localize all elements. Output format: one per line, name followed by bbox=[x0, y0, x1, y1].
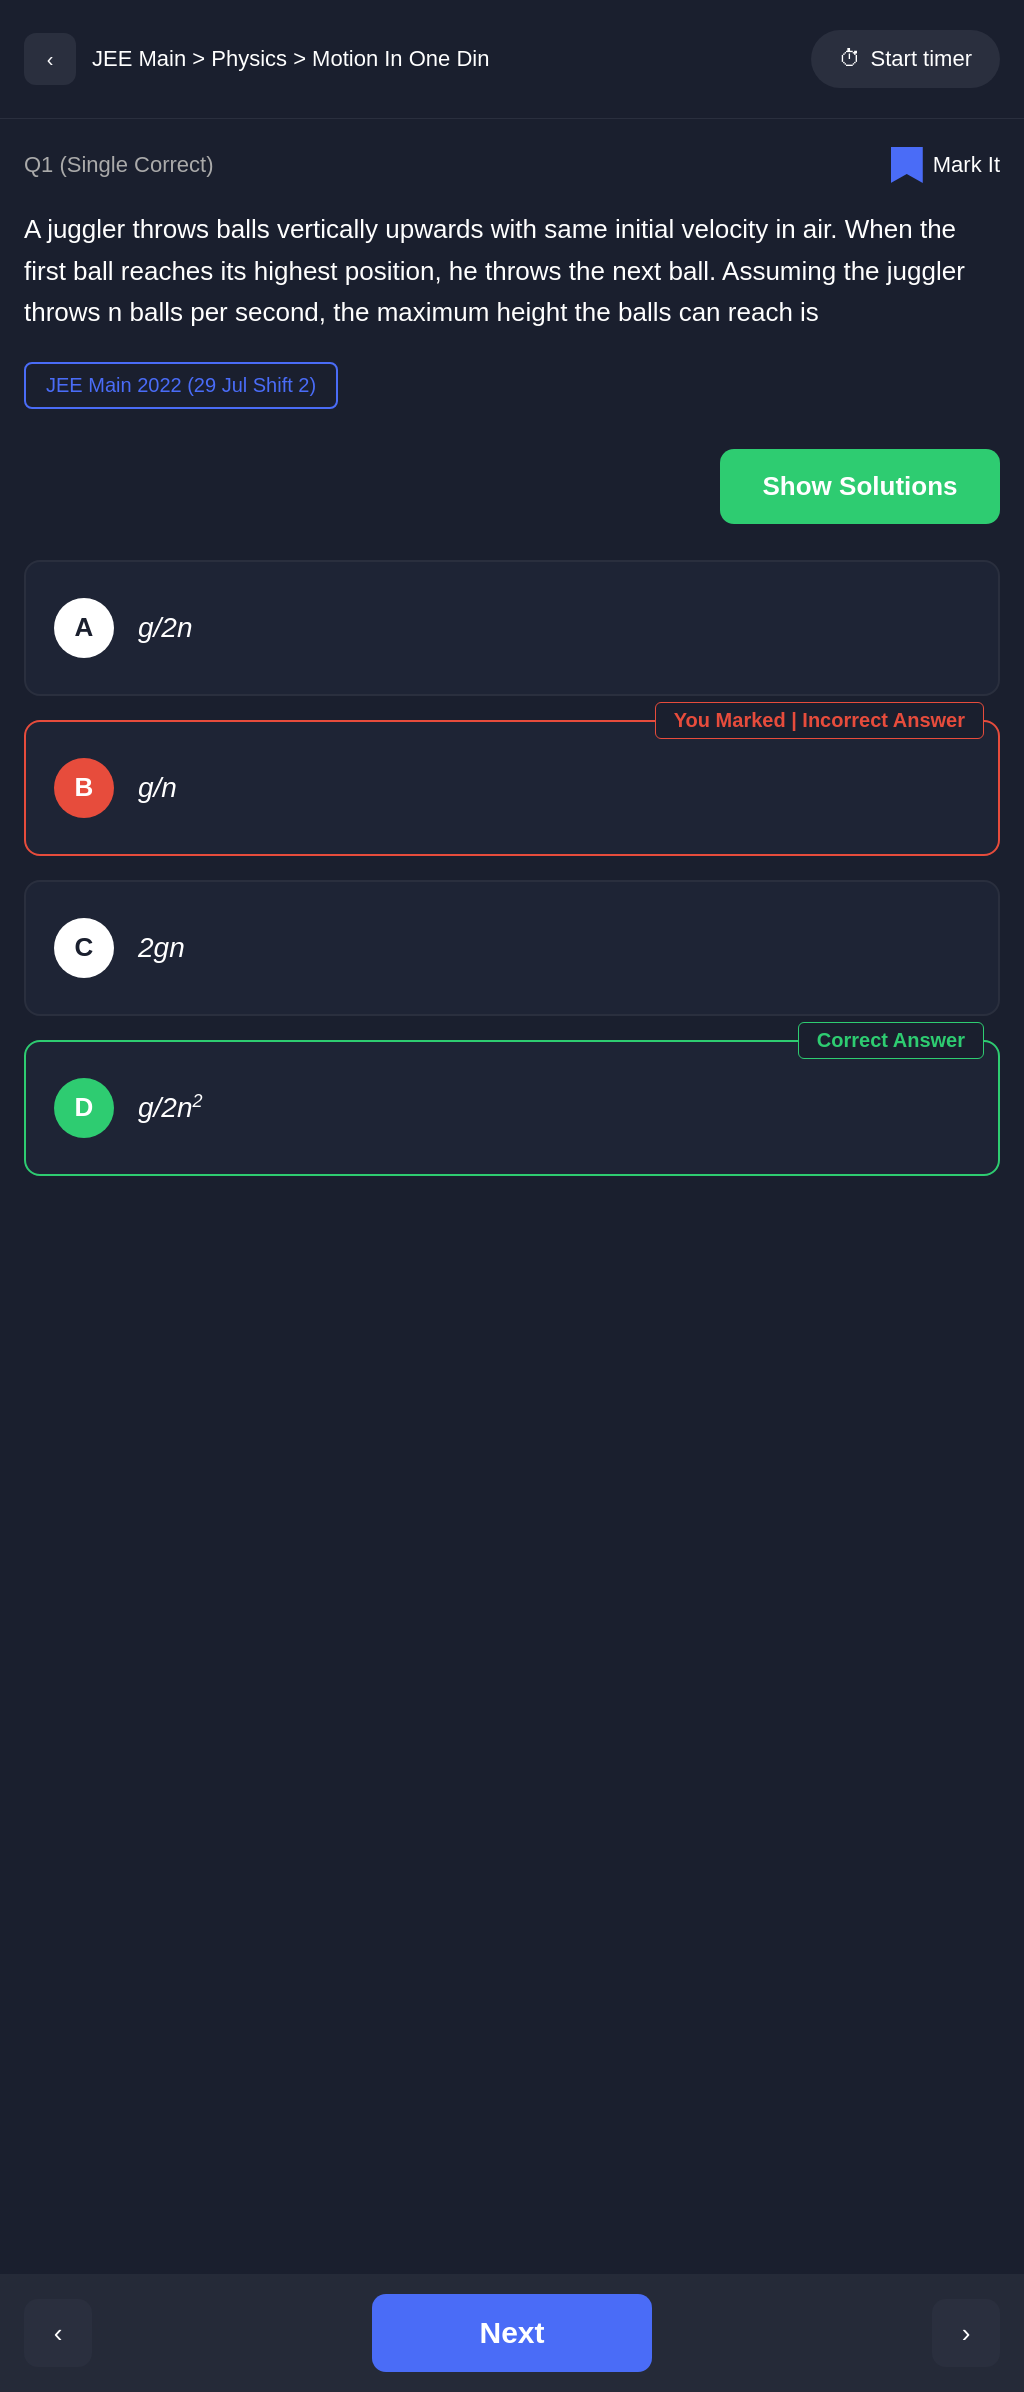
mark-it-button[interactable]: Mark It bbox=[891, 147, 1000, 183]
option-wrapper-d: Correct Answer D g/2n2 bbox=[24, 1040, 1000, 1176]
option-c[interactable]: C 2gn bbox=[24, 880, 1000, 1016]
option-b[interactable]: B g/n bbox=[24, 720, 1000, 856]
forward-button[interactable]: › bbox=[932, 2299, 1000, 2367]
option-c-circle: C bbox=[54, 918, 114, 978]
option-wrapper-a: A g/2n bbox=[24, 560, 1000, 696]
question-number: Q1 (Single Correct) bbox=[24, 152, 214, 178]
option-d-text: g/2n2 bbox=[138, 1091, 203, 1124]
option-wrapper-b: You Marked | Incorrect Answer B g/n bbox=[24, 720, 1000, 856]
next-button[interactable]: Next bbox=[372, 2294, 652, 2372]
header: ‹ JEE Main > Physics > Motion In One Din… bbox=[0, 0, 1024, 119]
option-b-circle: B bbox=[54, 758, 114, 818]
show-solutions-container: Show Solutions bbox=[0, 433, 1024, 560]
option-a-text: g/2n bbox=[138, 612, 193, 644]
option-c-text: 2gn bbox=[138, 932, 185, 964]
prev-button[interactable]: ‹ bbox=[24, 2299, 92, 2367]
bookmark-icon bbox=[891, 147, 923, 183]
mark-it-label: Mark It bbox=[933, 152, 1000, 178]
timer-label: Start timer bbox=[871, 46, 972, 72]
question-tag: JEE Main 2022 (29 Jul Shift 2) bbox=[24, 362, 338, 409]
option-b-text: g/n bbox=[138, 772, 177, 804]
option-d-badge: Correct Answer bbox=[798, 1022, 984, 1059]
option-d[interactable]: D g/2n2 bbox=[24, 1040, 1000, 1176]
bottom-nav: ‹ Next › bbox=[0, 2274, 1024, 2392]
option-a-circle: A bbox=[54, 598, 114, 658]
back-button[interactable]: ‹ bbox=[24, 33, 76, 85]
header-left: ‹ JEE Main > Physics > Motion In One Din bbox=[24, 33, 489, 85]
question-text: A juggler throws balls vertically upward… bbox=[0, 199, 1024, 362]
option-b-badge: You Marked | Incorrect Answer bbox=[655, 702, 984, 739]
option-d-circle: D bbox=[54, 1078, 114, 1138]
option-a[interactable]: A g/2n bbox=[24, 560, 1000, 696]
timer-icon: ⏱ bbox=[839, 46, 861, 72]
prev-icon: ‹ bbox=[54, 2318, 63, 2349]
option-wrapper-c: C 2gn bbox=[24, 880, 1000, 1016]
question-meta: Q1 (Single Correct) Mark It bbox=[0, 119, 1024, 199]
options-container: A g/2n You Marked | Incorrect Answer B g… bbox=[0, 560, 1024, 1200]
tag-container: JEE Main 2022 (29 Jul Shift 2) bbox=[0, 362, 1024, 433]
next-icon: › bbox=[962, 2318, 971, 2349]
show-solutions-button[interactable]: Show Solutions bbox=[720, 449, 1000, 524]
breadcrumb: JEE Main > Physics > Motion In One Din bbox=[92, 46, 489, 72]
timer-button[interactable]: ⏱ Start timer bbox=[811, 30, 1000, 88]
back-icon: ‹ bbox=[47, 48, 54, 71]
